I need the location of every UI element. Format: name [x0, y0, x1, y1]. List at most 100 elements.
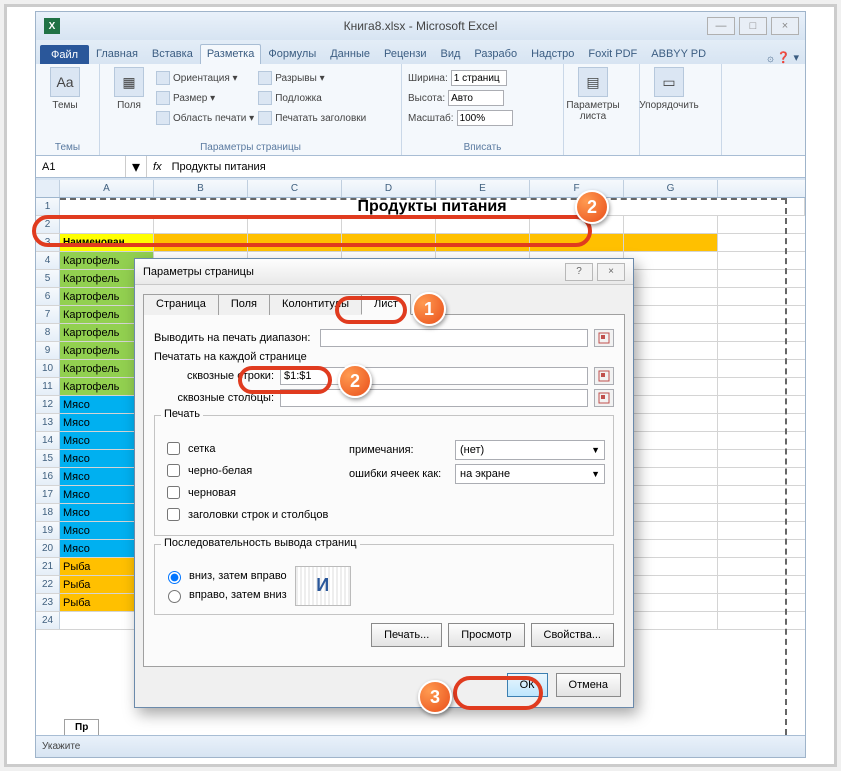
col-header[interactable]: D: [342, 180, 436, 197]
preview-button[interactable]: Просмотр: [448, 623, 524, 647]
ok-button[interactable]: ОК: [507, 673, 548, 697]
themes-button[interactable]: AaТемы: [42, 67, 88, 111]
errors-combo[interactable]: на экране▼: [455, 464, 605, 484]
height-input[interactable]: [448, 90, 504, 106]
maximize-button[interactable]: □: [739, 17, 767, 35]
cell[interactable]: [624, 360, 718, 377]
title-cell[interactable]: Продукты питания: [60, 198, 805, 215]
cell[interactable]: [624, 504, 718, 521]
cancel-button[interactable]: Отмена: [556, 673, 621, 697]
table-row[interactable]: 3 Наименован: [36, 234, 805, 252]
cell[interactable]: [624, 252, 718, 269]
row-header[interactable]: 4: [36, 252, 60, 269]
col-header[interactable]: B: [154, 180, 248, 197]
bw-checkbox[interactable]: [167, 464, 180, 477]
cell[interactable]: Наименован: [60, 234, 154, 251]
dialog-close-button[interactable]: ×: [597, 263, 625, 281]
cell[interactable]: [624, 306, 718, 323]
tab-developer[interactable]: Разрабо: [467, 44, 524, 64]
sheet-tab-active[interactable]: Пр: [64, 719, 99, 735]
row-header[interactable]: 8: [36, 324, 60, 341]
row-header[interactable]: 2: [36, 216, 60, 233]
print-titles-button[interactable]: Печатать заголовки: [258, 109, 366, 127]
row-header[interactable]: 18: [36, 504, 60, 521]
cell[interactable]: [624, 486, 718, 503]
row-header[interactable]: 19: [36, 522, 60, 539]
draft-checkbox[interactable]: [167, 486, 180, 499]
ribbon-help[interactable]: ۞ ❓ ▾: [767, 51, 805, 64]
cell[interactable]: [624, 288, 718, 305]
rows-to-repeat-input[interactable]: [280, 367, 588, 385]
row-header[interactable]: 20: [36, 540, 60, 557]
row-header[interactable]: 1: [36, 198, 60, 215]
tab-foxit[interactable]: Foxit PDF: [581, 44, 644, 64]
cell[interactable]: [624, 396, 718, 413]
row-header[interactable]: 13: [36, 414, 60, 431]
cell[interactable]: [624, 324, 718, 341]
headings-checkbox[interactable]: [167, 508, 180, 521]
col-header[interactable]: C: [248, 180, 342, 197]
tab-file[interactable]: Файл: [40, 45, 89, 64]
tab-view[interactable]: Вид: [434, 44, 468, 64]
row-header[interactable]: 9: [36, 342, 60, 359]
tab-data[interactable]: Данные: [323, 44, 377, 64]
cell[interactable]: [624, 450, 718, 467]
tab-addins[interactable]: Надстро: [524, 44, 581, 64]
row-header[interactable]: 6: [36, 288, 60, 305]
cell[interactable]: [624, 378, 718, 395]
cell[interactable]: [624, 522, 718, 539]
name-box[interactable]: A1: [36, 156, 126, 177]
dlg-tab-page[interactable]: Страница: [143, 294, 219, 315]
dlg-tab-sheet[interactable]: Лист: [361, 294, 411, 315]
table-row[interactable]: 2: [36, 216, 805, 234]
breaks-button[interactable]: Разрывы ▾: [258, 69, 366, 87]
dlg-tab-margins[interactable]: Поля: [218, 294, 270, 315]
row-header[interactable]: 15: [36, 450, 60, 467]
range-picker-button[interactable]: [594, 367, 614, 385]
row-header[interactable]: 3: [36, 234, 60, 251]
minimize-button[interactable]: —: [707, 17, 735, 35]
tab-review[interactable]: Рецензи: [377, 44, 434, 64]
tab-formulas[interactable]: Формулы: [261, 44, 323, 64]
dlg-tab-header-footer[interactable]: Колонтитулы: [269, 294, 362, 315]
range-picker-button[interactable]: [594, 329, 614, 347]
row-header[interactable]: 11: [36, 378, 60, 395]
background-button[interactable]: Подложка: [258, 89, 366, 107]
scale-input[interactable]: [457, 110, 513, 126]
table-row[interactable]: 1 Продукты питания: [36, 198, 805, 216]
row-header[interactable]: 7: [36, 306, 60, 323]
cell[interactable]: [624, 432, 718, 449]
cols-to-repeat-input[interactable]: [280, 389, 588, 407]
cell[interactable]: [624, 576, 718, 593]
print-button[interactable]: Печать...: [371, 623, 442, 647]
col-header[interactable]: A: [60, 180, 154, 197]
row-header[interactable]: 21: [36, 558, 60, 575]
row-header[interactable]: 10: [36, 360, 60, 377]
cell[interactable]: [624, 540, 718, 557]
col-header[interactable]: G: [624, 180, 718, 197]
order-down-radio[interactable]: [168, 571, 181, 584]
row-header[interactable]: 22: [36, 576, 60, 593]
orientation-button[interactable]: Ориентация ▾: [156, 69, 254, 87]
print-range-input[interactable]: [320, 329, 588, 347]
arrange-button[interactable]: ▭Упорядочить: [646, 67, 692, 111]
margins-button[interactable]: ▦Поля: [106, 67, 152, 111]
select-all-corner[interactable]: [36, 180, 60, 197]
tab-abbyy[interactable]: ABBYY PD: [644, 44, 713, 64]
row-header[interactable]: 5: [36, 270, 60, 287]
close-button[interactable]: ×: [771, 17, 799, 35]
formula-input[interactable]: [168, 156, 805, 177]
sheet-options-button[interactable]: ▤Параметры листа: [570, 67, 616, 122]
cell[interactable]: [624, 342, 718, 359]
order-over-radio[interactable]: [168, 590, 181, 603]
size-button[interactable]: Размер ▾: [156, 89, 254, 107]
cell[interactable]: [624, 594, 718, 611]
col-header[interactable]: E: [436, 180, 530, 197]
row-header[interactable]: 12: [36, 396, 60, 413]
gridlines-checkbox[interactable]: [167, 442, 180, 455]
cell[interactable]: [624, 414, 718, 431]
tab-insert[interactable]: Вставка: [145, 44, 200, 64]
tab-page-layout[interactable]: Разметка: [200, 44, 262, 64]
row-header[interactable]: 16: [36, 468, 60, 485]
range-picker-button[interactable]: [594, 389, 614, 407]
